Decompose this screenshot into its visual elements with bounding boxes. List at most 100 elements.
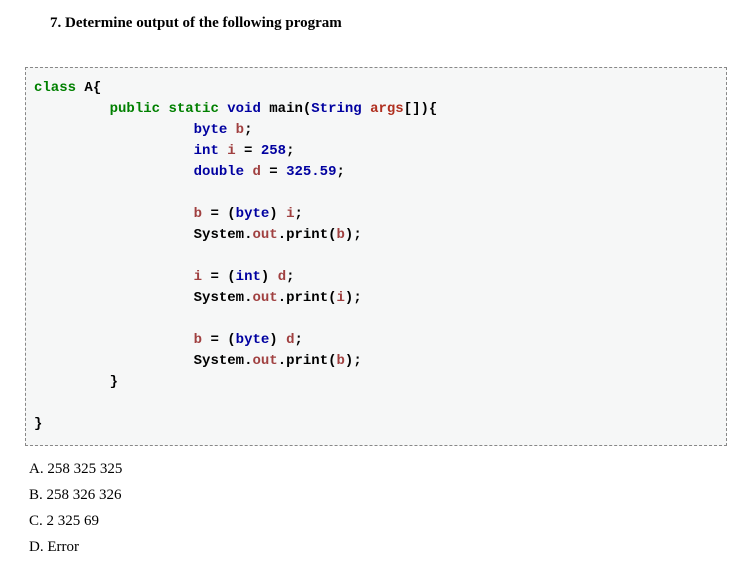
code-token: A <box>84 80 92 96</box>
code-token: class <box>34 80 84 96</box>
code-token <box>34 248 42 264</box>
code-token: 258 <box>261 143 286 159</box>
code-token: b <box>337 227 345 243</box>
code-token: = <box>202 269 227 285</box>
code-token: b <box>194 206 202 222</box>
code-token: print <box>286 290 328 306</box>
code-token: ) <box>269 206 286 222</box>
code-token: String <box>311 101 370 117</box>
code-token: System <box>194 290 244 306</box>
code-token: ; <box>353 290 361 306</box>
code-token: void <box>227 101 269 117</box>
code-token: } <box>110 374 118 390</box>
code-token: . <box>278 353 286 369</box>
code-token: print <box>286 227 328 243</box>
answer-option: B. 258 326 326 <box>29 487 727 504</box>
code-token: byte <box>236 332 270 348</box>
code-token: main <box>269 101 303 117</box>
code-token: ; <box>286 269 294 285</box>
answer-text: 258 326 326 <box>47 487 122 503</box>
question-text: Determine output of the following progra… <box>65 15 342 31</box>
code-token: . <box>278 227 286 243</box>
code-token <box>34 311 42 327</box>
code-token: ; <box>337 164 345 180</box>
code-token: b <box>194 332 202 348</box>
code-token: System <box>194 227 244 243</box>
code-token: []) <box>404 101 429 117</box>
code-token: out <box>252 227 277 243</box>
code-token: 325.59 <box>286 164 336 180</box>
answer-label: C. <box>29 513 47 529</box>
code-token: out <box>252 290 277 306</box>
code-token <box>34 332 194 348</box>
answer-text: 2 325 69 <box>47 513 100 529</box>
answer-text: Error <box>47 539 79 555</box>
answer-label: B. <box>29 487 47 503</box>
code-token <box>34 143 194 159</box>
code-token <box>34 101 110 117</box>
code-token: i <box>286 206 294 222</box>
code-token: out <box>252 353 277 369</box>
answer-label: A. <box>29 461 47 477</box>
question-number: 7. <box>50 15 61 31</box>
code-token: i <box>227 143 235 159</box>
code-token: ; <box>295 206 303 222</box>
code-token: ( <box>227 269 235 285</box>
code-token: ( <box>328 353 336 369</box>
code-token <box>34 122 194 138</box>
code-token: = <box>236 143 261 159</box>
code-token <box>34 290 194 306</box>
answer-option: D. Error <box>29 539 727 556</box>
code-token: double <box>194 164 253 180</box>
code-token <box>34 269 194 285</box>
code-token: print <box>286 353 328 369</box>
code-token: ( <box>328 227 336 243</box>
code-token: i <box>337 290 345 306</box>
code-token: int <box>194 143 228 159</box>
answer-option: C. 2 325 69 <box>29 513 727 530</box>
code-token: ) <box>269 332 286 348</box>
code-block: class A{ public static void main(String … <box>25 67 727 446</box>
code-token: ; <box>244 122 252 138</box>
code-token: args <box>370 101 404 117</box>
code-token <box>34 164 194 180</box>
code-token <box>34 374 110 390</box>
code-token: static <box>168 101 227 117</box>
code-token: ( <box>227 332 235 348</box>
code-token: { <box>93 80 101 96</box>
code-token <box>34 206 194 222</box>
code-token: = <box>261 164 286 180</box>
answer-label: D. <box>29 539 47 555</box>
code-token: ( <box>227 206 235 222</box>
code-token: ; <box>295 332 303 348</box>
code-token <box>34 395 42 411</box>
code-token: b <box>236 122 244 138</box>
code-token: ; <box>286 143 294 159</box>
code-token <box>34 353 194 369</box>
code-token: System <box>194 353 244 369</box>
code-token: byte <box>194 122 236 138</box>
answer-option: A. 258 325 325 <box>29 461 727 478</box>
code-token: ) <box>261 269 278 285</box>
code-token: d <box>278 269 286 285</box>
code-token: ; <box>353 353 361 369</box>
code-token: d <box>286 332 294 348</box>
code-token: int <box>236 269 261 285</box>
code-token: = <box>202 332 227 348</box>
code-token: d <box>252 164 260 180</box>
code-token: ( <box>328 290 336 306</box>
code-token: . <box>278 290 286 306</box>
code-token: { <box>429 101 437 117</box>
code-token: } <box>34 416 42 432</box>
code-token: b <box>337 353 345 369</box>
code-token: ; <box>353 227 361 243</box>
answer-list: A. 258 325 325B. 258 326 326C. 2 325 69D… <box>29 461 727 556</box>
question-title: 7. Determine output of the following pro… <box>50 15 727 32</box>
answer-text: 258 325 325 <box>47 461 122 477</box>
code-token <box>34 227 194 243</box>
code-token: byte <box>236 206 270 222</box>
code-token: i <box>194 269 202 285</box>
code-token: public <box>110 101 169 117</box>
code-token: = <box>202 206 227 222</box>
code-token <box>34 185 42 201</box>
